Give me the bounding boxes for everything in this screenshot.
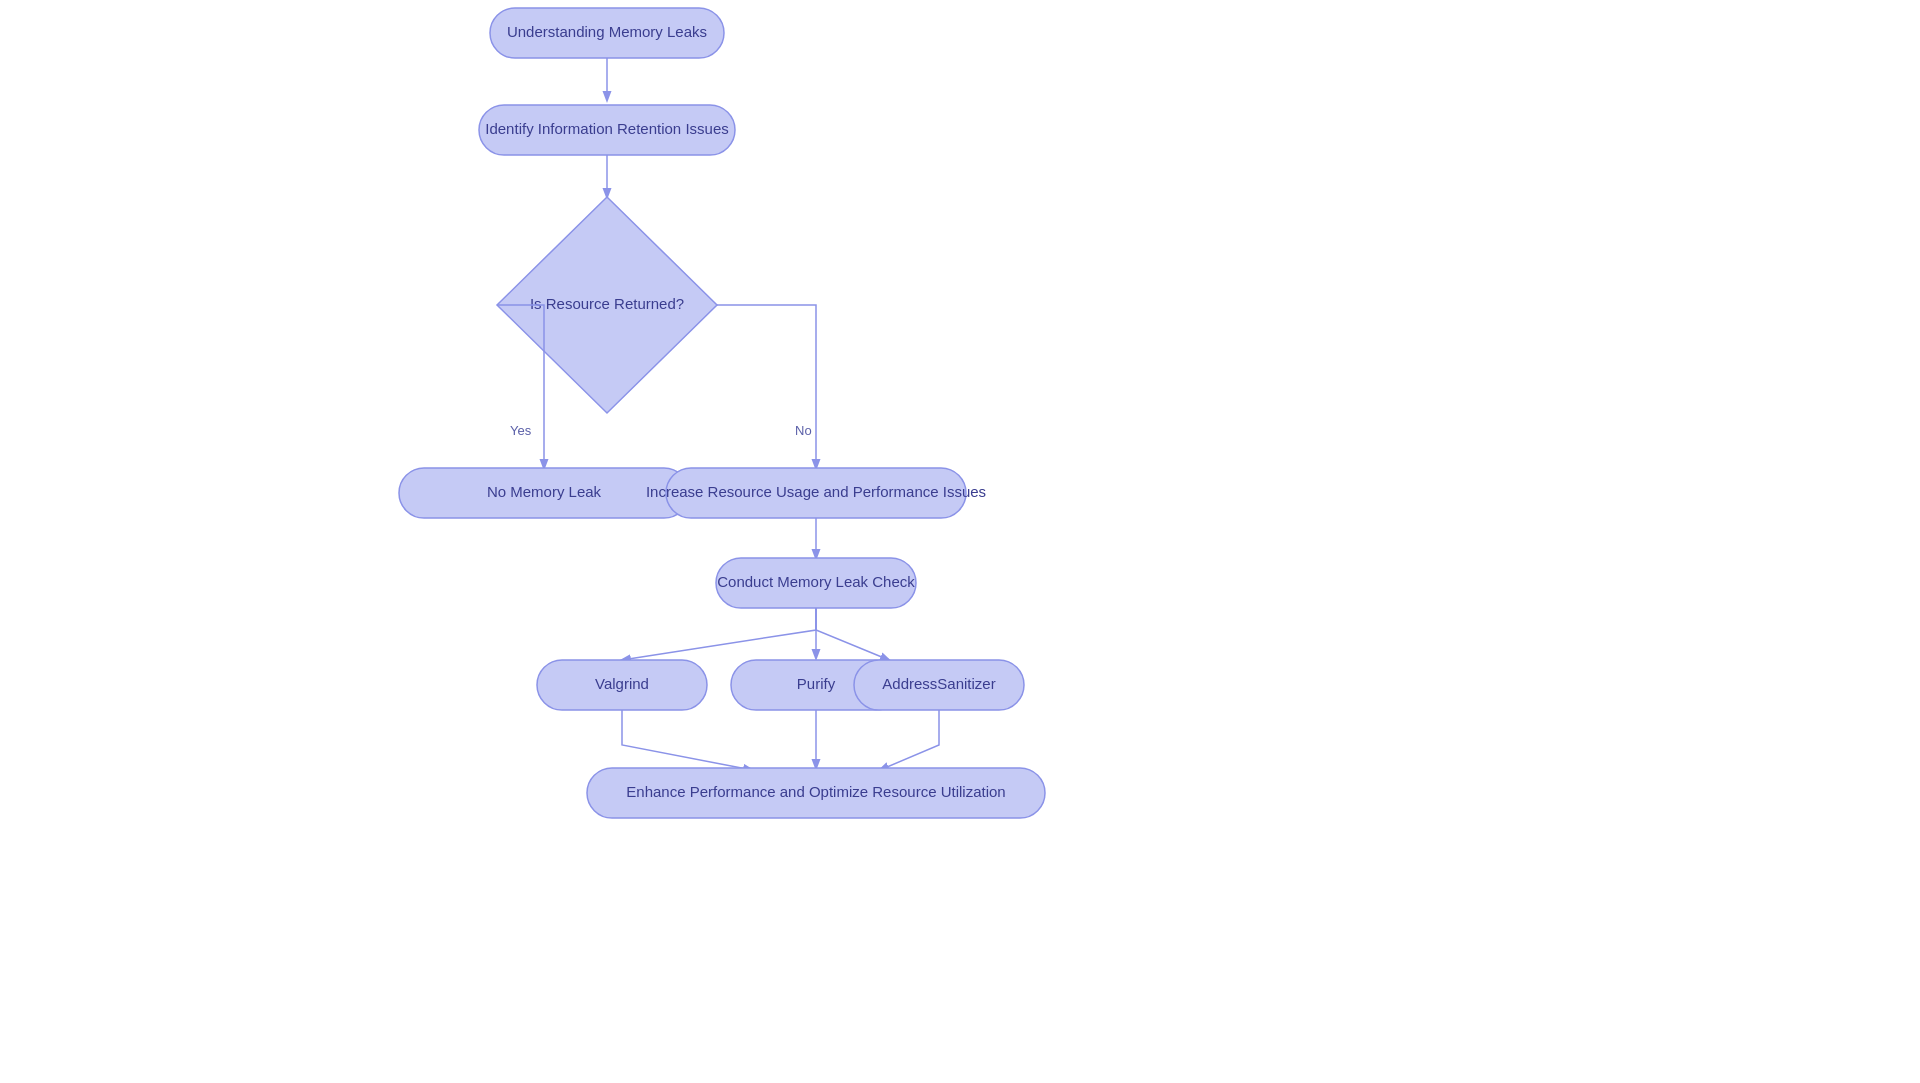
node-start-text: Understanding Memory Leaks (507, 23, 707, 40)
arrow-address-enhance (880, 710, 939, 770)
node-decision-text: Is Resource Returned? (530, 295, 684, 312)
node-identify-text: Identify Information Retention Issues (485, 120, 728, 137)
node-purify-text: Purify (797, 675, 836, 692)
label-no: No (795, 423, 812, 438)
label-yes: Yes (510, 423, 532, 438)
arrow-conduct-address (816, 608, 889, 660)
node-address-text: AddressSanitizer (882, 675, 995, 692)
node-conduct-text: Conduct Memory Leak Check (717, 573, 915, 590)
node-increase-text: Increase Resource Usage and Performance … (646, 483, 986, 500)
node-valgrind-text: Valgrind (595, 675, 649, 692)
flowchart-container: Understanding Memory Leaks Identify Info… (0, 0, 1920, 1083)
arrow-decision-increase (717, 305, 816, 468)
arrow-conduct-valgrind (622, 608, 816, 660)
arrow-valgrind-enhance (622, 710, 752, 770)
node-no-leak-text: No Memory Leak (487, 483, 602, 500)
node-enhance-text: Enhance Performance and Optimize Resourc… (626, 783, 1005, 800)
